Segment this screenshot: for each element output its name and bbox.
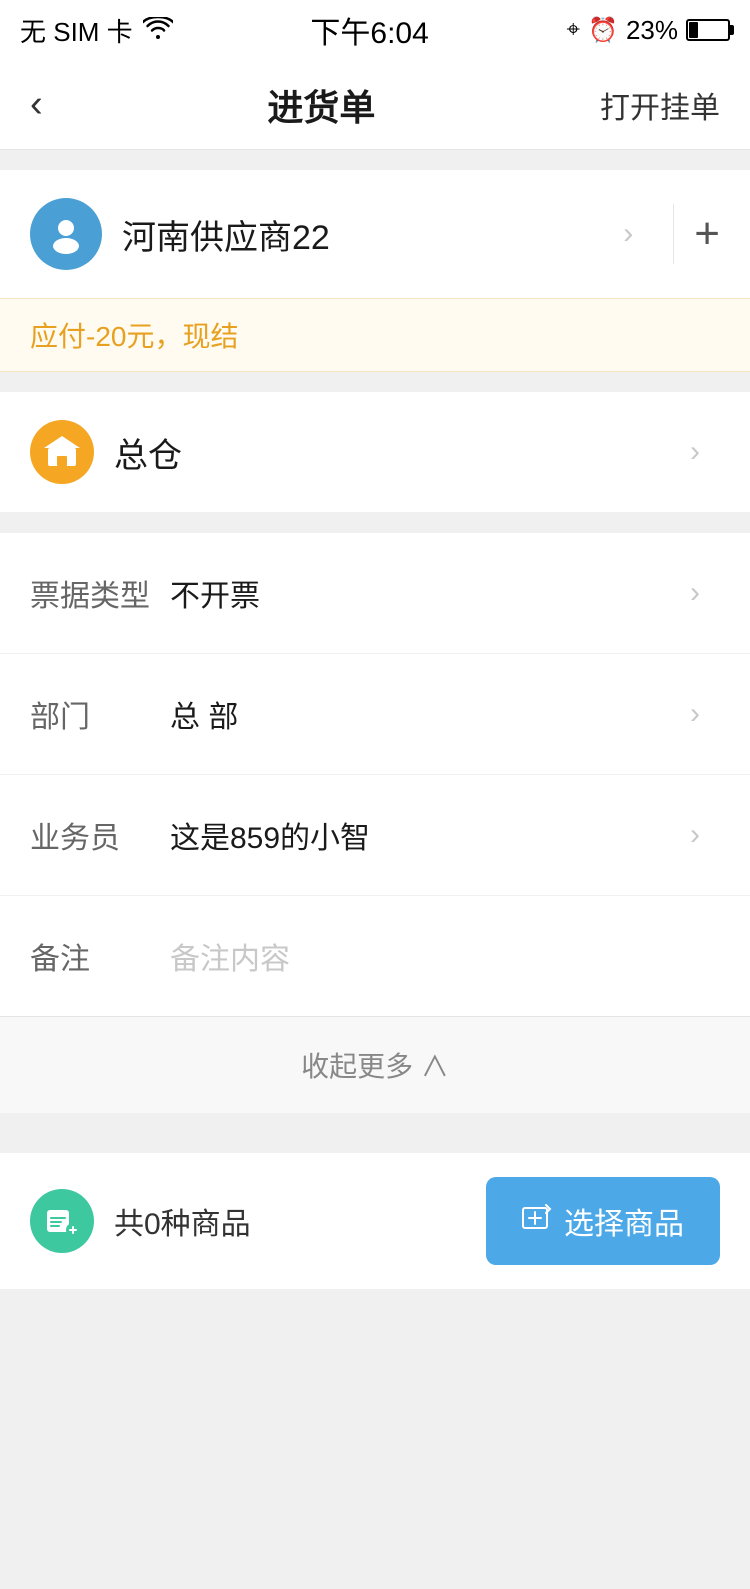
invoice-value: 不开票 bbox=[170, 571, 690, 615]
department-row[interactable]: 部门 总 部 › bbox=[0, 653, 750, 774]
page-background bbox=[0, 1289, 750, 1589]
bottom-section: 共0种商品 选择商品 bbox=[0, 1153, 750, 1289]
warehouse-section: 总仓 › bbox=[0, 392, 750, 512]
invoice-row[interactable]: 票据类型 不开票 › bbox=[0, 532, 750, 653]
battery-icon bbox=[686, 19, 730, 41]
select-product-label: 选择商品 bbox=[564, 1199, 684, 1243]
select-product-icon bbox=[522, 1204, 554, 1239]
product-count-label: 共0种商品 bbox=[114, 1199, 486, 1243]
mid-divider1 bbox=[0, 372, 750, 392]
page-title: 进货单 bbox=[267, 79, 375, 131]
salesman-label: 业务员 bbox=[30, 813, 150, 857]
invoice-label: 票据类型 bbox=[30, 571, 150, 615]
product-icon bbox=[30, 1189, 94, 1253]
add-supplier-button[interactable]: + bbox=[694, 212, 720, 256]
collapse-button[interactable]: 收起更多 ∧ bbox=[0, 1016, 750, 1113]
department-label: 部门 bbox=[30, 692, 150, 736]
back-button[interactable]: ‹ bbox=[30, 83, 43, 126]
department-chevron-icon: › bbox=[690, 697, 700, 731]
location-icon: ⌖ bbox=[567, 16, 581, 44]
form-section: 票据类型 不开票 › 部门 总 部 › 业务员 这是859的小智 › 备注 备注… bbox=[0, 532, 750, 1113]
wifi-icon bbox=[143, 15, 173, 46]
vertical-divider bbox=[673, 204, 674, 264]
mid-divider2 bbox=[0, 512, 750, 532]
salesman-value: 这是859的小智 bbox=[170, 813, 690, 857]
warehouse-chevron-icon: › bbox=[690, 435, 700, 469]
supplier-chevron-icon: › bbox=[623, 217, 633, 251]
collapse-label: 收起更多 ∧ bbox=[301, 1051, 449, 1082]
salesman-chevron-icon: › bbox=[690, 818, 700, 852]
status-bar: 无 SIM 卡 下午6:04 ⌖ ⏰ 23% bbox=[0, 0, 750, 60]
status-left: 无 SIM 卡 bbox=[20, 12, 173, 49]
alert-text: 应付-20元，现结 bbox=[30, 321, 238, 352]
invoice-chevron-icon: › bbox=[690, 576, 700, 610]
alert-banner: 应付-20元，现结 bbox=[0, 298, 750, 372]
supplier-row[interactable]: 河南供应商22 › + bbox=[0, 170, 750, 298]
supplier-section: 河南供应商22 › + 应付-20元，现结 bbox=[0, 170, 750, 372]
warehouse-icon bbox=[30, 420, 94, 484]
select-product-button[interactable]: 选择商品 bbox=[486, 1177, 720, 1265]
nav-bar: ‹ 进货单 打开挂单 bbox=[0, 60, 750, 150]
battery-text: 23% bbox=[626, 15, 678, 46]
open-pending-button[interactable]: 打开挂单 bbox=[600, 83, 720, 127]
status-time: 下午6:04 bbox=[310, 8, 428, 52]
department-value: 总 部 bbox=[170, 692, 690, 736]
remark-row[interactable]: 备注 备注内容 bbox=[0, 895, 750, 1016]
top-divider bbox=[0, 150, 750, 170]
carrier-label: 无 SIM 卡 bbox=[20, 12, 133, 49]
salesman-row[interactable]: 业务员 这是859的小智 › bbox=[0, 774, 750, 895]
remark-label: 备注 bbox=[30, 934, 150, 978]
status-right: ⌖ ⏰ 23% bbox=[567, 15, 730, 46]
supplier-avatar bbox=[30, 198, 102, 270]
supplier-name: 河南供应商22 bbox=[122, 210, 623, 259]
warehouse-row[interactable]: 总仓 › bbox=[0, 392, 750, 512]
remark-placeholder: 备注内容 bbox=[170, 934, 720, 978]
bottom-divider bbox=[0, 1113, 750, 1133]
alarm-icon: ⏰ bbox=[588, 16, 618, 45]
warehouse-name: 总仓 bbox=[114, 428, 690, 477]
